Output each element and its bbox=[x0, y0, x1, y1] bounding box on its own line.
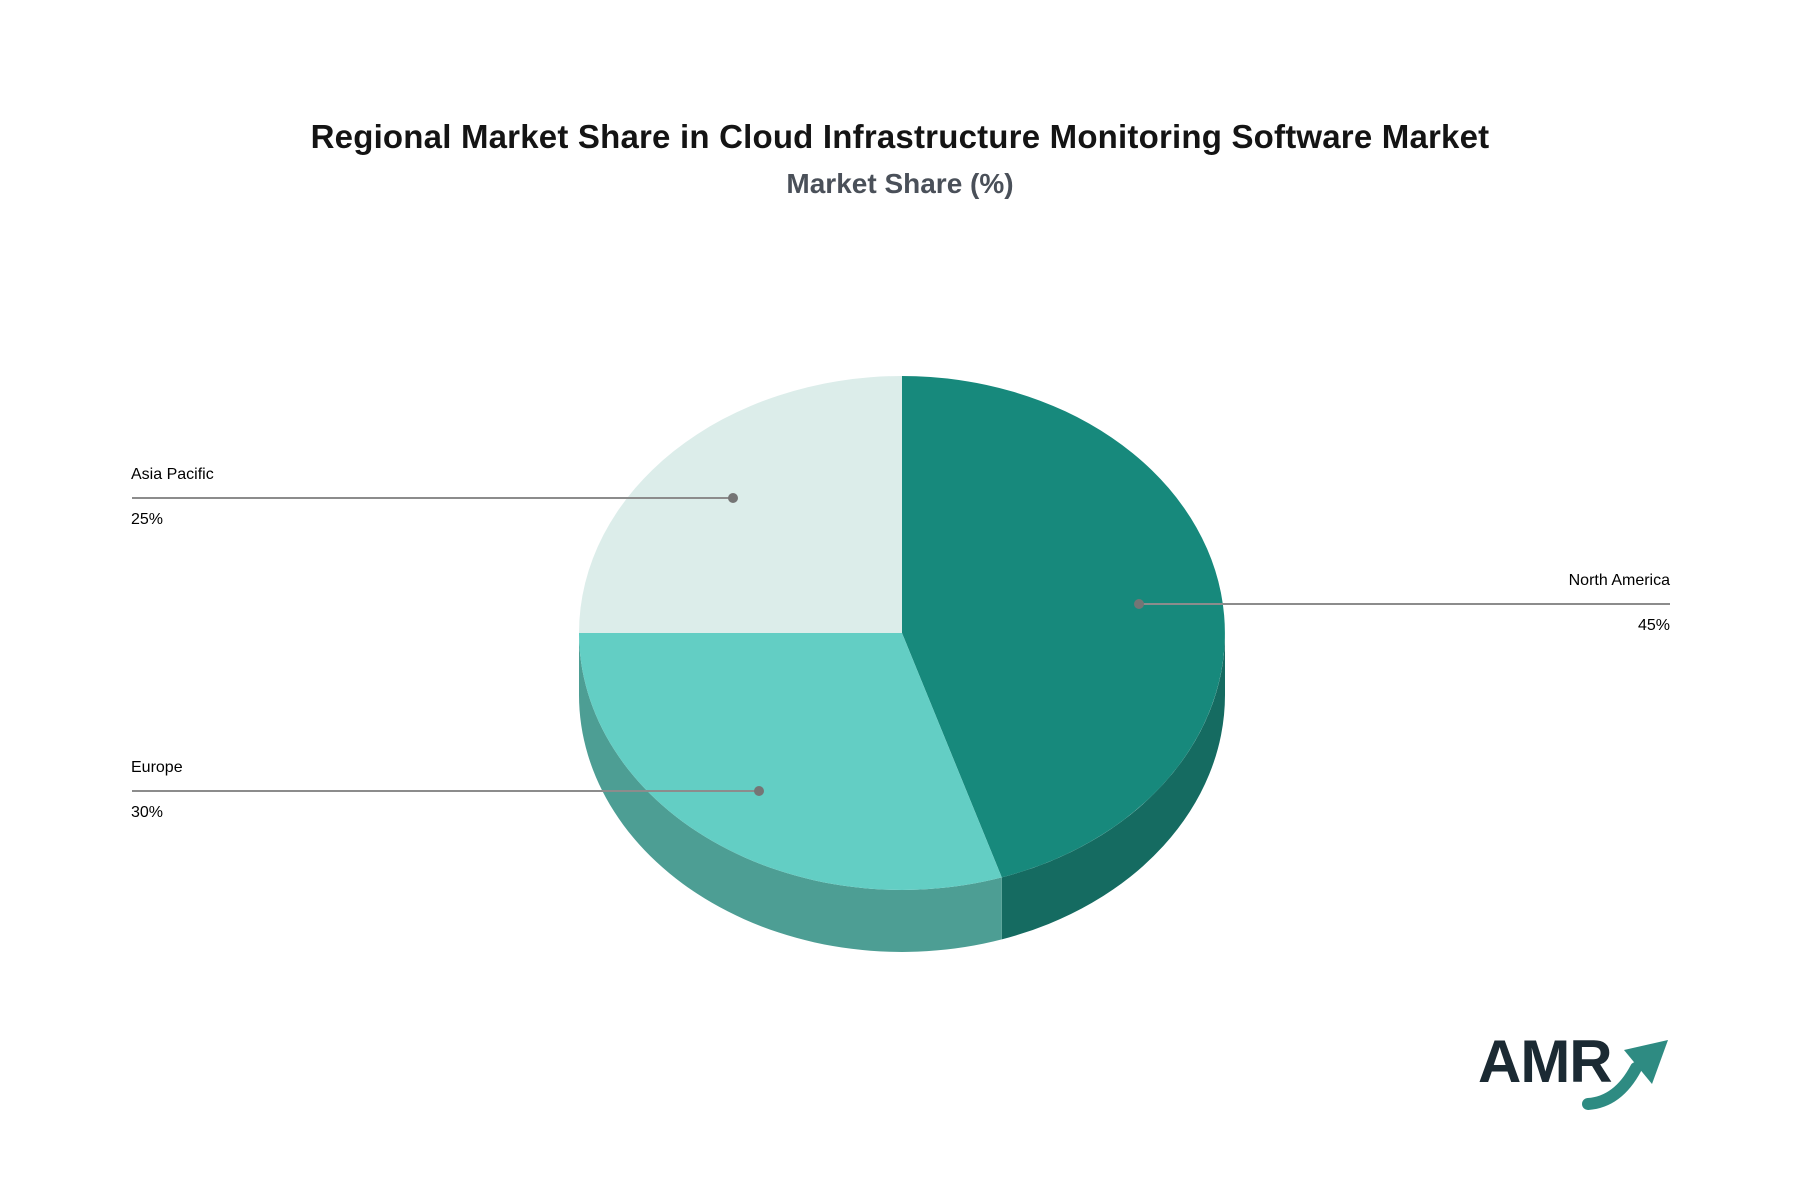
leader-dot-europe bbox=[754, 786, 764, 796]
slice-value-north-america: 45% bbox=[1637, 617, 1670, 634]
pie-slice-asia-pacific bbox=[579, 376, 902, 633]
slice-label-europe: Europe bbox=[131, 759, 183, 776]
leader-dot-north-america bbox=[1134, 599, 1144, 609]
slice-value-asia-pacific: 25% bbox=[131, 511, 164, 528]
amr-logo-arrow-icon bbox=[1582, 1040, 1668, 1110]
slice-label-north-america: North America bbox=[1568, 572, 1670, 589]
chart-canvas: Regional Market Share in Cloud Infrastru… bbox=[0, 0, 1800, 1196]
pie-chart bbox=[132, 376, 1670, 952]
leader-dot-asia-pacific bbox=[728, 493, 738, 503]
amr-logo: AMR bbox=[1478, 1032, 1688, 1122]
slice-label-asia-pacific: Asia Pacific bbox=[131, 466, 214, 483]
slice-value-europe: 30% bbox=[131, 804, 164, 821]
